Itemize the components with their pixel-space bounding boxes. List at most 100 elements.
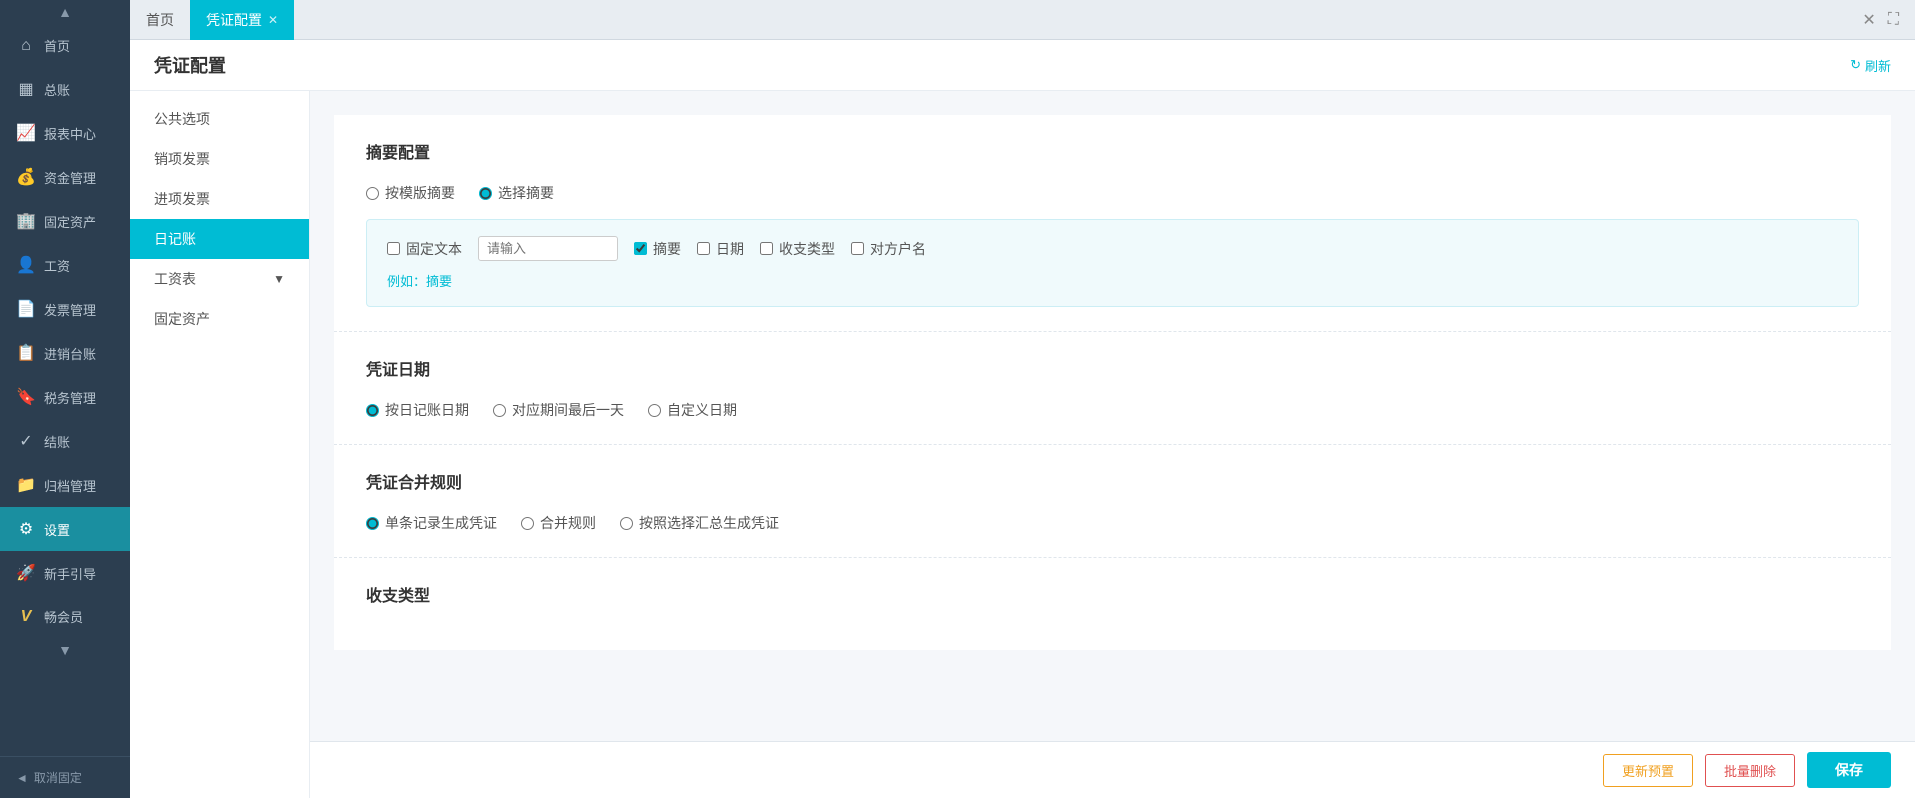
merge-radio-rule[interactable]: 合并规则 bbox=[521, 513, 596, 533]
sidebar-item-payroll[interactable]: 👤 工资 bbox=[0, 243, 130, 287]
checkbox-fixed-text[interactable]: 固定文本 bbox=[387, 239, 462, 259]
sidebar: ▲ ⌂ 首页 ▦ 总账 📈 报表中心 💰 资金管理 🏢 固定资产 👤 工资 📄 … bbox=[0, 0, 130, 798]
batch-delete-button[interactable]: 批量删除 bbox=[1705, 754, 1795, 787]
sidebar-item-trade[interactable]: 📋 进销台账 bbox=[0, 331, 130, 375]
sidebar-item-member[interactable]: V 畅会员 bbox=[0, 595, 130, 638]
page-title: 凭证配置 bbox=[154, 52, 226, 78]
refresh-button[interactable]: ↻ 刷新 bbox=[1850, 56, 1891, 75]
page-header: 凭证配置 ↻ 刷新 bbox=[130, 40, 1915, 91]
left-nav-public[interactable]: 公共选项 bbox=[130, 99, 309, 139]
summary-radio-group: 按模版摘要 选择摘要 bbox=[366, 183, 1859, 203]
merge-title: 凭证合并规则 bbox=[366, 469, 1859, 493]
tab-bar: 首页 凭证配置 ✕ ✕ ⛶ bbox=[130, 0, 1915, 40]
left-nav-fixed-assets[interactable]: 固定资产 bbox=[130, 299, 309, 339]
merge-radio-single-input[interactable] bbox=[366, 517, 379, 530]
sidebar-item-invoice[interactable]: 📄 发票管理 bbox=[0, 287, 130, 331]
merge-radio-single[interactable]: 单条记录生成凭证 bbox=[366, 513, 497, 533]
left-nav-journal[interactable]: 日记账 bbox=[130, 219, 309, 259]
merge-radio-group: 单条记录生成凭证 合并规则 按照选择汇总生成凭证 bbox=[366, 513, 1859, 533]
main-content: 摘要配置 按模版摘要 选择摘要 bbox=[310, 91, 1915, 741]
sidebar-item-settings[interactable]: ⚙ 设置 bbox=[0, 507, 130, 551]
tax-icon: 🔖 bbox=[16, 387, 36, 407]
sidebar-item-funds[interactable]: 💰 资金管理 bbox=[0, 155, 130, 199]
sidebar-item-archive[interactable]: 📁 归档管理 bbox=[0, 463, 130, 507]
merge-radio-select-input[interactable] bbox=[620, 517, 633, 530]
funds-icon: 💰 bbox=[16, 167, 36, 187]
main-area: 首页 凭证配置 ✕ ✕ ⛶ 凭证配置 ↻ 刷新 公共选项 销项发票 进项 bbox=[130, 0, 1915, 798]
merge-radio-rule-input[interactable] bbox=[521, 517, 534, 530]
sidebar-item-closing[interactable]: ✓ 结账 bbox=[0, 419, 130, 463]
ledger-icon: ▦ bbox=[16, 79, 36, 99]
sidebar-item-guide[interactable]: 🚀 新手引导 bbox=[0, 551, 130, 595]
home-icon: ⌂ bbox=[16, 37, 36, 55]
checkbox-fixed-text-input[interactable] bbox=[387, 242, 400, 255]
sidebar-unpin[interactable]: ◄ 取消固定 bbox=[0, 756, 130, 798]
checkbox-date[interactable]: 日期 bbox=[697, 239, 744, 259]
sidebar-scroll-up[interactable]: ▲ bbox=[0, 0, 130, 24]
sidebar-item-tax[interactable]: 🔖 税务管理 bbox=[0, 375, 130, 419]
settings-icon: ⚙ bbox=[16, 519, 36, 539]
merge-radio-select[interactable]: 按照选择汇总生成凭证 bbox=[620, 513, 779, 533]
invoice-icon: 📄 bbox=[16, 299, 36, 319]
date-radio-period-last[interactable]: 对应期间最后一天 bbox=[493, 400, 624, 420]
window-controls: ✕ ⛶ bbox=[1862, 10, 1915, 30]
date-radio-group: 按日记账日期 对应期间最后一天 自定义日期 bbox=[366, 400, 1859, 420]
merge-section: 凭证合并规则 单条记录生成凭证 合并规则 bbox=[334, 445, 1891, 558]
left-nav-sales-invoice[interactable]: 销项发票 bbox=[130, 139, 309, 179]
date-radio-custom[interactable]: 自定义日期 bbox=[648, 400, 737, 420]
checkbox-income-type[interactable]: 收支类型 bbox=[760, 239, 835, 259]
content-layout: 公共选项 销项发票 进项发票 日记账 工资表 ▼ 固定资产 bbox=[130, 91, 1915, 798]
save-button[interactable]: 保存 bbox=[1807, 752, 1891, 788]
summary-radio-template-input[interactable] bbox=[366, 187, 379, 200]
sidebar-scroll-down[interactable]: ▼ bbox=[0, 638, 130, 662]
date-section: 凭证日期 按日记账日期 对应期间最后一天 bbox=[334, 332, 1891, 445]
fixed-text-input[interactable] bbox=[478, 236, 618, 261]
assets-icon: 🏢 bbox=[16, 211, 36, 231]
guide-icon: 🚀 bbox=[16, 563, 36, 583]
sidebar-item-report[interactable]: 📈 报表中心 bbox=[0, 111, 130, 155]
checkbox-summary[interactable]: 摘要 bbox=[634, 239, 681, 259]
refresh-icon: ↻ bbox=[1850, 57, 1861, 73]
summary-radio-select-input[interactable] bbox=[479, 187, 492, 200]
income-type-section: 收支类型 bbox=[334, 558, 1891, 650]
pin-icon: ◄ bbox=[16, 771, 28, 785]
checkbox-counterparty-input[interactable] bbox=[851, 242, 864, 255]
left-nav-purchase-invoice[interactable]: 进项发票 bbox=[130, 179, 309, 219]
minimize-button[interactable]: ✕ bbox=[1862, 10, 1875, 30]
checkbox-income-type-input[interactable] bbox=[760, 242, 773, 255]
bottom-bar: 更新预置 批量删除 保存 bbox=[310, 741, 1915, 798]
date-radio-journal[interactable]: 按日记账日期 bbox=[366, 400, 469, 420]
date-radio-period-last-input[interactable] bbox=[493, 404, 506, 417]
left-nav: 公共选项 销项发票 进项发票 日记账 工资表 ▼ 固定资产 bbox=[130, 91, 310, 798]
date-radio-custom-input[interactable] bbox=[648, 404, 661, 417]
sidebar-item-ledger[interactable]: ▦ 总账 bbox=[0, 67, 130, 111]
example-text: 例如：摘要 bbox=[387, 271, 1838, 290]
date-title: 凭证日期 bbox=[366, 356, 1859, 380]
update-preview-button[interactable]: 更新预置 bbox=[1603, 754, 1693, 787]
payroll-icon: 👤 bbox=[16, 255, 36, 275]
summary-config-box: 固定文本 摘要 日期 bbox=[366, 219, 1859, 307]
close-tab-icon[interactable]: ✕ bbox=[268, 13, 278, 27]
tab-home[interactable]: 首页 bbox=[130, 0, 190, 40]
tab-voucher[interactable]: 凭证配置 ✕ bbox=[190, 0, 294, 40]
checkbox-summary-input[interactable] bbox=[634, 242, 647, 255]
report-icon: 📈 bbox=[16, 123, 36, 143]
summary-radio-template[interactable]: 按模版摘要 bbox=[366, 183, 455, 203]
checkbox-row: 固定文本 摘要 日期 bbox=[387, 236, 1838, 261]
left-nav-payroll-table[interactable]: 工资表 ▼ bbox=[130, 259, 309, 299]
trade-icon: 📋 bbox=[16, 343, 36, 363]
checkbox-counterparty[interactable]: 对方户名 bbox=[851, 239, 926, 259]
maximize-button[interactable]: ⛶ bbox=[1888, 11, 1899, 29]
date-radio-journal-input[interactable] bbox=[366, 404, 379, 417]
summary-section: 摘要配置 按模版摘要 选择摘要 bbox=[334, 115, 1891, 332]
sidebar-item-home[interactable]: ⌂ 首页 bbox=[0, 24, 130, 67]
closing-icon: ✓ bbox=[16, 431, 36, 451]
member-icon: V bbox=[16, 608, 36, 626]
income-type-title: 收支类型 bbox=[366, 582, 1859, 606]
summary-title: 摘要配置 bbox=[366, 139, 1859, 163]
archive-icon: 📁 bbox=[16, 475, 36, 495]
sidebar-item-assets[interactable]: 🏢 固定资产 bbox=[0, 199, 130, 243]
summary-radio-select[interactable]: 选择摘要 bbox=[479, 183, 554, 203]
checkbox-date-input[interactable] bbox=[697, 242, 710, 255]
expand-icon: ▼ bbox=[273, 272, 285, 286]
